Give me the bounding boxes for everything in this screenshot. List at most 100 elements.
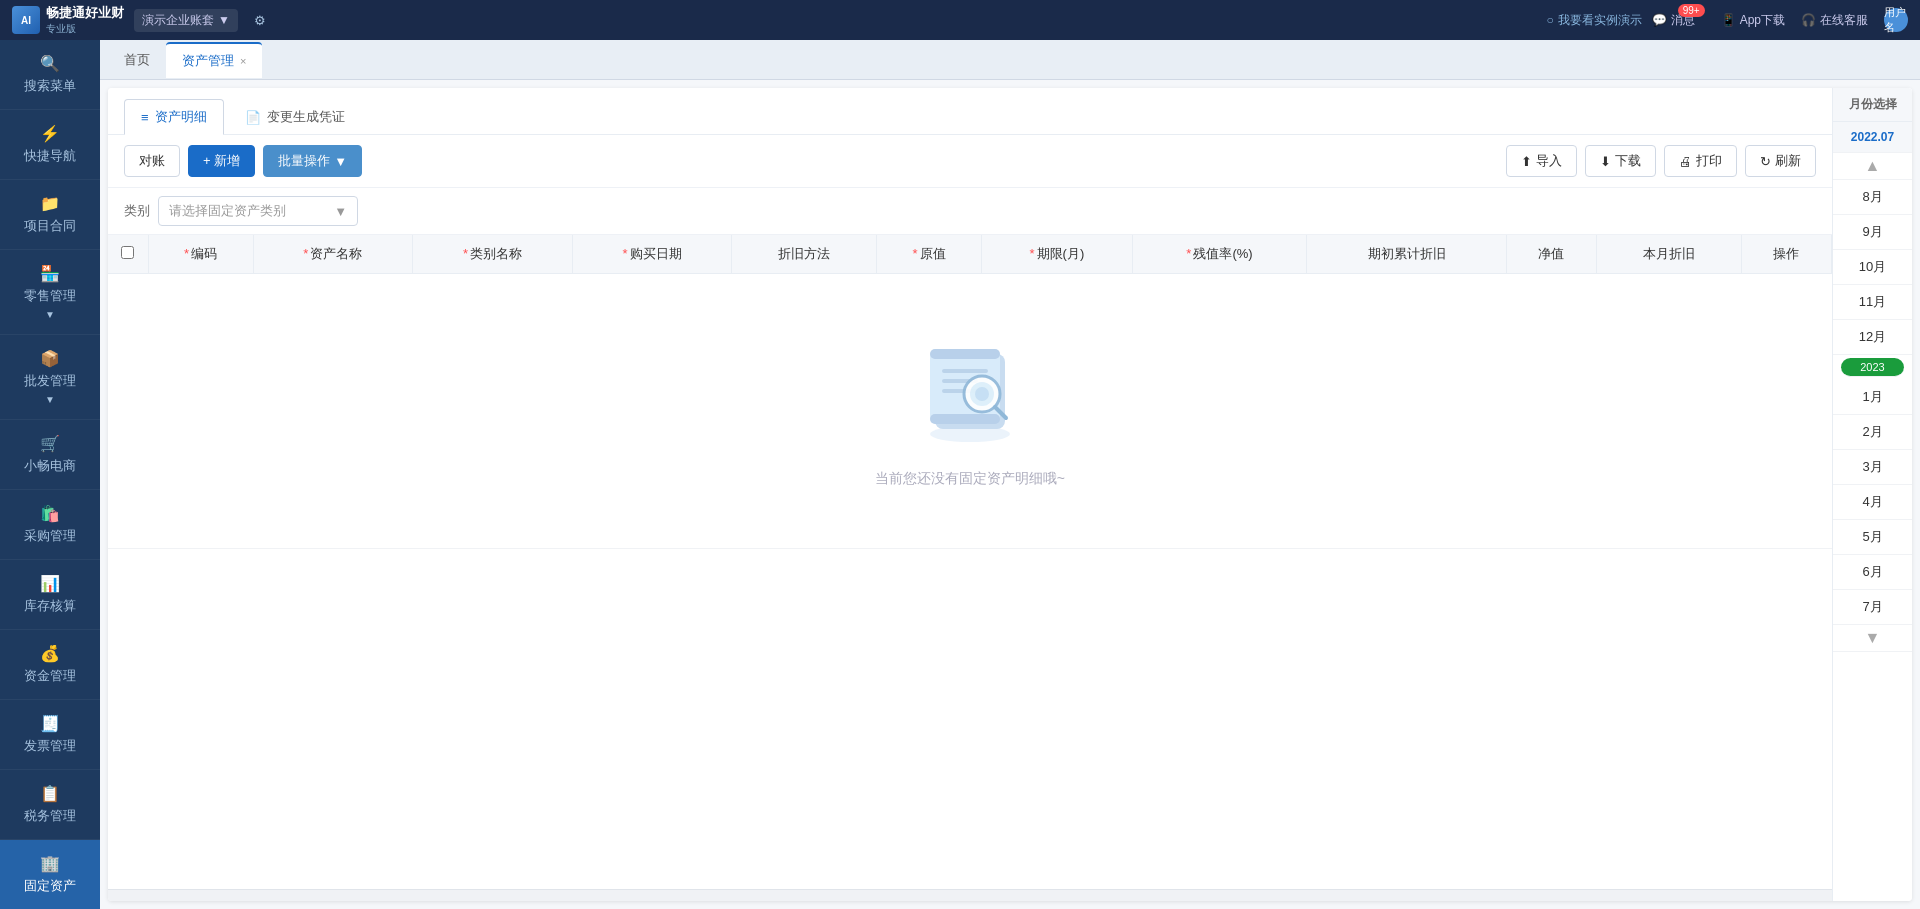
project-icon: 📁 [40,194,60,213]
batch-button[interactable]: 批量操作 ▼ [263,145,362,177]
sidebar-item-fixed-assets[interactable]: 🏢 固定资产 [0,840,100,909]
invoice-icon: 🧾 [40,714,60,733]
sidebar-item-retail[interactable]: 🏪 零售管理 ▼ [0,250,100,335]
message-badge: 99+ [1678,4,1705,17]
month-item-2023-5[interactable]: 5月 [1833,520,1912,555]
sub-tabs: ≡ 资产明细 📄 变更生成凭证 [108,88,1832,135]
import-button[interactable]: ⬆ 导入 [1506,145,1577,177]
month-item-2023-4[interactable]: 4月 [1833,485,1912,520]
tab-home[interactable]: 首页 [108,43,166,77]
month-item-2023-7[interactable]: 7月 [1833,590,1912,625]
sub-tab-change-voucher[interactable]: 📄 变更生成凭证 [228,99,362,135]
svg-point-11 [975,387,989,401]
sidebar-item-purchase[interactable]: 🛍️ 采购管理 [0,490,100,560]
import-icon: ⬆ [1521,154,1532,169]
table-wrapper: *编码 *资产名称 *类别名称 *购买日期 折旧方法 *原值 *期限(月) *残… [108,235,1832,889]
print-icon: 🖨 [1679,154,1692,169]
demo-link[interactable]: ○ 我要看实例演示 [1546,12,1641,29]
toolbar: 对账 + 新增 批量操作 ▼ ⬆ 导入 ⬇ [108,135,1832,188]
app-download-btn[interactable]: 📱 App下载 [1721,12,1785,29]
header-operation: 操作 [1741,235,1831,274]
month-item-9[interactable]: 9月 [1833,215,1912,250]
user-avatar[interactable]: 用户名 [1884,8,1908,32]
sidebar-item-invoice[interactable]: 🧾 发票管理 [0,700,100,770]
sidebar: 🔍 搜索菜单 ⚡ 快捷导航 📁 项目合同 🏪 零售管理 ▼ 📦 批发管理 ▼ 🛒… [0,40,100,909]
sidebar-item-tax[interactable]: 📋 税务管理 [0,770,100,840]
month-nav-up[interactable]: ▲ [1833,153,1912,180]
tab-close-icon[interactable]: × [240,55,246,67]
tab-bar: 首页 资产管理 × [100,40,1920,80]
month-item-11[interactable]: 11月 [1833,285,1912,320]
sidebar-item-wholesale[interactable]: 📦 批发管理 ▼ [0,335,100,420]
filter-placeholder: 请选择固定资产类别 [169,202,286,220]
header-purchase-date: *购买日期 [572,235,732,274]
ecommerce-icon: 🛒 [40,434,60,453]
filter-select[interactable]: 请选择固定资产类别 ▼ [158,196,358,226]
add-button[interactable]: + 新增 [188,145,255,177]
month-item-2023-1[interactable]: 1月 [1833,380,1912,415]
header-code: *编码 [148,235,253,274]
change-voucher-icon: 📄 [245,110,261,125]
fixed-assets-icon: 🏢 [40,854,60,873]
content-area: 首页 资产管理 × ≡ 资产明细 📄 变更生成凭证 [100,40,1920,909]
header-checkbox[interactable] [121,246,134,259]
header-name: *资产名称 [253,235,413,274]
header-original-value: *原值 [877,235,982,274]
up-arrow-icon: ▲ [1865,157,1881,175]
header-depreciation-method: 折旧方法 [732,235,877,274]
app-edition: 专业版 [46,22,124,36]
svg-rect-5 [942,369,988,373]
inventory-icon: 📊 [40,574,60,593]
sidebar-item-finance[interactable]: 💰 资金管理 [0,630,100,700]
sidebar-item-quicknav[interactable]: ⚡ 快捷导航 [0,110,100,180]
svg-rect-4 [930,414,1000,424]
print-button[interactable]: 🖨 打印 [1664,145,1737,177]
main-layout: 🔍 搜索菜单 ⚡ 快捷导航 📁 项目合同 🏪 零售管理 ▼ 📦 批发管理 ▼ 🛒… [0,40,1920,909]
assets-table: *编码 *资产名称 *类别名称 *购买日期 折旧方法 *原值 *期限(月) *残… [108,235,1832,549]
sub-tab-asset-detail[interactable]: ≡ 资产明细 [124,99,224,135]
service-icon: 🎧 [1801,13,1816,27]
download-button[interactable]: ⬇ 下载 [1585,145,1656,177]
sidebar-item-search[interactable]: 🔍 搜索菜单 [0,40,100,110]
app-name: 畅捷通好业财 [46,4,124,22]
message-btn[interactable]: 💬 消息 99+ [1652,12,1695,29]
refresh-button[interactable]: ↻ 刷新 [1745,145,1816,177]
sidebar-item-project[interactable]: 📁 项目合同 [0,180,100,250]
month-item-2023-2[interactable]: 2月 [1833,415,1912,450]
month-panel: 月份选择 2022.07 ▲ 8月 9月 10月 11月 12月 2023 1月… [1832,88,1912,901]
main-panel: ≡ 资产明细 📄 变更生成凭证 对账 + 新增 [108,88,1832,901]
settings-icon[interactable]: ⚙ [248,8,272,32]
tax-icon: 📋 [40,784,60,803]
quicknav-icon: ⚡ [40,124,60,143]
header-net-value: 净值 [1506,235,1596,274]
app-icon: 📱 [1721,13,1736,27]
sidebar-item-ecommerce[interactable]: 🛒 小畅电商 [0,420,100,490]
message-icon: 💬 [1652,13,1667,27]
month-item-8[interactable]: 8月 [1833,180,1912,215]
down-arrow-icon: ▼ [1865,629,1881,647]
tab-asset-mgmt[interactable]: 资产管理 × [166,42,262,78]
search-icon: 🔍 [40,54,60,73]
top-actions: 💬 消息 99+ 📱 App下载 🎧 在线客服 用户名 [1652,8,1908,32]
empty-illustration [910,334,1030,454]
month-nav-down[interactable]: ▼ [1833,625,1912,652]
month-item-12[interactable]: 12月 [1833,320,1912,355]
filter-label: 类别 [124,202,150,220]
refresh-icon: ↻ [1760,154,1771,169]
wholesale-icon: 📦 [40,349,60,368]
online-service-btn[interactable]: 🎧 在线客服 [1801,12,1868,29]
year-2023-badge: 2023 [1841,358,1904,377]
purchase-icon: 🛍️ [40,504,60,523]
bottom-scrollbar[interactable] [108,889,1832,901]
reconcile-button[interactable]: 对账 [124,145,180,177]
month-item-2023-3[interactable]: 3月 [1833,450,1912,485]
company-selector[interactable]: 演示企业账套 ▼ [134,9,238,32]
retail-icon: 🏪 [40,264,60,283]
arrow-icon2: ▼ [45,394,55,405]
month-item-2023-6[interactable]: 6月 [1833,555,1912,590]
month-item-10[interactable]: 10月 [1833,250,1912,285]
company-name: 演示企业账套 [142,12,214,29]
sidebar-item-inventory[interactable]: 📊 库存核算 [0,560,100,630]
inner-content: ≡ 资产明细 📄 变更生成凭证 对账 + 新增 [108,88,1912,901]
dropdown-icon: ▼ [218,13,230,27]
